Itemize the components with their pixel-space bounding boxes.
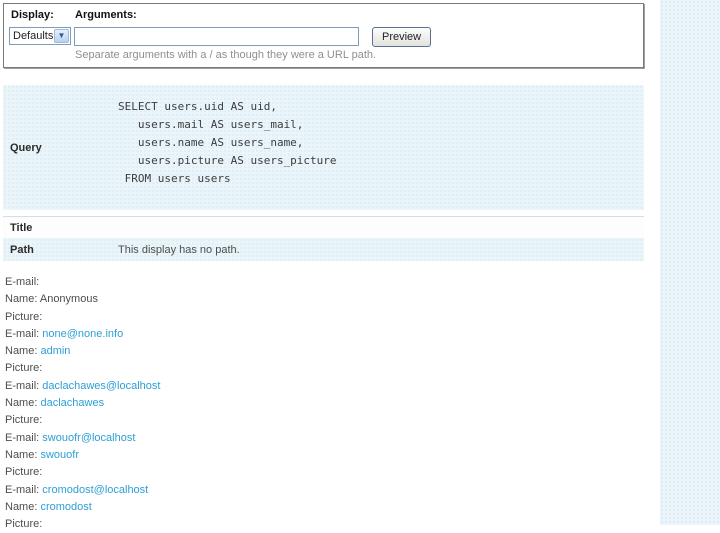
path-row-label: Path	[10, 243, 34, 256]
result-label: E-mail:	[5, 327, 40, 340]
result-row: E-mail: cromodost@localhost	[5, 482, 645, 499]
arguments-input[interactable]	[74, 27, 359, 46]
display-select-value: Defaults	[13, 30, 53, 42]
result-label: Picture:	[5, 518, 43, 531]
result-row: E-mail:	[5, 274, 645, 291]
result-row: Name: daclachawes	[5, 395, 645, 412]
result-value[interactable]: admin	[40, 345, 70, 357]
result-row: Picture:	[5, 360, 645, 377]
result-value[interactable]: swouofr	[40, 449, 79, 461]
title-row-label: Title	[10, 221, 33, 234]
query-row-label: Query	[10, 141, 42, 154]
result-value[interactable]: none@none.info	[42, 328, 123, 340]
result-label: E-mail:	[5, 483, 40, 496]
query-sql-text: SELECT users.uid AS uid, users.mail AS u…	[118, 100, 337, 185]
result-label: Name:	[5, 345, 38, 358]
result-label: E-mail:	[5, 276, 40, 288]
title-row: Title	[3, 216, 644, 238]
result-row: Name: admin	[5, 343, 645, 360]
result-label: Picture:	[5, 466, 43, 479]
result-value: Anonymous	[39, 293, 98, 306]
result-value[interactable]: cromodost@localhost	[42, 484, 148, 496]
result-row: Picture:	[5, 412, 645, 429]
results-list: E-mail: Name: Anonymous Picture: E-mail:…	[5, 274, 645, 533]
page-background-band	[660, 0, 720, 525]
display-label: Display:	[11, 9, 54, 21]
result-row: E-mail: swouofr@localhost	[5, 430, 645, 447]
result-label: Picture:	[5, 310, 43, 323]
arguments-help-text: Separate arguments with a / as though th…	[75, 49, 377, 61]
preview-form-panel: Display: Defaults ▼ Arguments: Preview S…	[3, 3, 644, 68]
result-value[interactable]: daclachawes@localhost	[42, 380, 160, 392]
result-label: Name:	[5, 500, 38, 513]
result-row: Name: cromodost	[5, 499, 645, 516]
chevron-down-icon: ▼	[54, 29, 69, 43]
result-label: E-mail:	[5, 431, 40, 444]
display-select[interactable]: Defaults ▼	[9, 27, 71, 45]
preview-button[interactable]: Preview	[372, 27, 432, 47]
result-label: Picture:	[5, 414, 43, 427]
result-row: E-mail: daclachawes@localhost	[5, 378, 645, 395]
result-row: Name: swouofr	[5, 447, 645, 464]
result-label: E-mail:	[5, 379, 40, 392]
result-row: Picture:	[5, 464, 645, 481]
result-row: E-mail: none@none.info	[5, 326, 645, 343]
result-label: Name:	[5, 397, 38, 410]
result-label: Name:	[5, 448, 38, 461]
arguments-label: Arguments:	[75, 9, 137, 21]
result-value[interactable]: cromodost	[40, 501, 91, 513]
query-row: Query SELECT users.uid AS uid, users.mai…	[3, 85, 644, 210]
result-row: Picture:	[5, 309, 645, 326]
result-value[interactable]: daclachawes	[40, 397, 104, 409]
result-row: Name: Anonymous	[5, 291, 645, 308]
result-label: Name:	[5, 293, 38, 306]
result-value[interactable]: swouofr@localhost	[42, 432, 135, 444]
path-row-value: This display has no path.	[118, 243, 240, 256]
view-info-table: Query SELECT users.uid AS uid, users.mai…	[3, 85, 644, 261]
path-row: Path This display has no path.	[3, 238, 644, 261]
result-label: Picture:	[5, 362, 43, 375]
